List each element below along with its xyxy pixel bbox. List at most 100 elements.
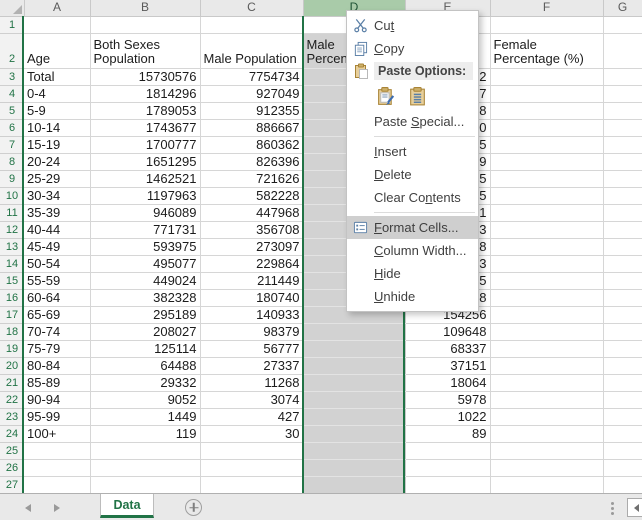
cell-F17[interactable] <box>490 306 604 324</box>
cell-C7[interactable]: 860362 <box>200 136 304 154</box>
cell-A1[interactable] <box>24 16 91 34</box>
cell-D20[interactable] <box>303 357 406 375</box>
cell-B18[interactable]: 208027 <box>90 323 201 341</box>
cell-C3[interactable]: 7754734 <box>200 68 304 86</box>
row-header-1[interactable]: 1 <box>0 16 24 34</box>
cell-G17[interactable] <box>603 306 642 324</box>
cell-B16[interactable]: 382328 <box>90 289 201 307</box>
menu-item-delete[interactable]: Delete <box>347 163 478 186</box>
row-header-21[interactable]: 21 <box>0 374 24 392</box>
cell-G21[interactable] <box>603 374 642 392</box>
cell-F27[interactable] <box>490 476 604 494</box>
cell-A13[interactable]: 45-49 <box>24 238 91 256</box>
cell-G11[interactable] <box>603 204 642 222</box>
cell-C15[interactable]: 211449 <box>200 272 304 290</box>
row-header-11[interactable]: 11 <box>0 204 24 222</box>
cell-A8[interactable]: 20-24 <box>24 153 91 171</box>
cell-E27[interactable] <box>405 476 491 494</box>
menu-item-copy[interactable]: Copy <box>347 37 478 60</box>
cell-C12[interactable]: 356708 <box>200 221 304 239</box>
cell-B26[interactable] <box>90 459 201 477</box>
cell-C5[interactable]: 912355 <box>200 102 304 120</box>
menu-item-unhide[interactable]: Unhide <box>347 285 478 308</box>
cell-C18[interactable]: 98379 <box>200 323 304 341</box>
cell-B6[interactable]: 1743677 <box>90 119 201 137</box>
cell-D19[interactable] <box>303 340 406 358</box>
cell-A21[interactable]: 85-89 <box>24 374 91 392</box>
cell-G3[interactable] <box>603 68 642 86</box>
cell-G22[interactable] <box>603 391 642 409</box>
cell-B1[interactable] <box>90 16 201 34</box>
cell-A15[interactable]: 55-59 <box>24 272 91 290</box>
cell-B24[interactable]: 119 <box>90 425 201 443</box>
cell-B11[interactable]: 946089 <box>90 204 201 222</box>
cell-G26[interactable] <box>603 459 642 477</box>
cell-A26[interactable] <box>24 459 91 477</box>
column-header-f[interactable]: F <box>490 0 604 17</box>
cell-F16[interactable] <box>490 289 604 307</box>
cell-B21[interactable]: 29332 <box>90 374 201 392</box>
cell-G6[interactable] <box>603 119 642 137</box>
cell-F26[interactable] <box>490 459 604 477</box>
cell-F2[interactable]: Female Percentage (%) <box>490 33 604 69</box>
cell-A17[interactable]: 65-69 <box>24 306 91 324</box>
row-header-15[interactable]: 15 <box>0 272 24 290</box>
cell-G15[interactable] <box>603 272 642 290</box>
cell-F19[interactable] <box>490 340 604 358</box>
cell-F4[interactable] <box>490 85 604 103</box>
cell-A14[interactable]: 50-54 <box>24 255 91 273</box>
cell-F21[interactable] <box>490 374 604 392</box>
row-header-25[interactable]: 25 <box>0 442 24 460</box>
paste-values-button[interactable] <box>405 84 429 108</box>
sheet-nav-next-icon[interactable] <box>54 504 60 512</box>
cell-E24[interactable]: 89 <box>405 425 491 443</box>
menu-item-clear-contents[interactable]: Clear Contents <box>347 186 478 209</box>
cell-C8[interactable]: 826396 <box>200 153 304 171</box>
cell-B8[interactable]: 1651295 <box>90 153 201 171</box>
cell-F10[interactable] <box>490 187 604 205</box>
row-header-2[interactable]: 2 <box>0 33 24 69</box>
cell-G19[interactable] <box>603 340 642 358</box>
cell-G27[interactable] <box>603 476 642 494</box>
cell-D18[interactable] <box>303 323 406 341</box>
cell-A6[interactable]: 10-14 <box>24 119 91 137</box>
cell-C16[interactable]: 180740 <box>200 289 304 307</box>
menu-item-cut[interactable]: Cut <box>347 14 478 37</box>
sheet-tab-data[interactable]: Data <box>100 494 154 518</box>
cell-G12[interactable] <box>603 221 642 239</box>
row-header-3[interactable]: 3 <box>0 68 24 86</box>
row-header-23[interactable]: 23 <box>0 408 24 426</box>
cell-A7[interactable]: 15-19 <box>24 136 91 154</box>
menu-item-insert[interactable]: Insert <box>347 140 478 163</box>
row-header-8[interactable]: 8 <box>0 153 24 171</box>
cell-C23[interactable]: 427 <box>200 408 304 426</box>
cell-F22[interactable] <box>490 391 604 409</box>
cell-E18[interactable]: 109648 <box>405 323 491 341</box>
cell-E22[interactable]: 5978 <box>405 391 491 409</box>
cell-A27[interactable] <box>24 476 91 494</box>
row-header-22[interactable]: 22 <box>0 391 24 409</box>
cell-F12[interactable] <box>490 221 604 239</box>
row-header-27[interactable]: 27 <box>0 476 24 494</box>
cell-G10[interactable] <box>603 187 642 205</box>
cell-G7[interactable] <box>603 136 642 154</box>
cell-G1[interactable] <box>603 16 642 34</box>
cell-A12[interactable]: 40-44 <box>24 221 91 239</box>
row-header-18[interactable]: 18 <box>0 323 24 341</box>
cell-F9[interactable] <box>490 170 604 188</box>
cell-A11[interactable]: 35-39 <box>24 204 91 222</box>
cell-E26[interactable] <box>405 459 491 477</box>
cell-C4[interactable]: 927049 <box>200 85 304 103</box>
cell-F11[interactable] <box>490 204 604 222</box>
menu-item-format-cells[interactable]: Format Cells... <box>347 216 478 239</box>
cell-A20[interactable]: 80-84 <box>24 357 91 375</box>
cell-B25[interactable] <box>90 442 201 460</box>
cell-C6[interactable]: 886667 <box>200 119 304 137</box>
cell-G8[interactable] <box>603 153 642 171</box>
cell-D24[interactable] <box>303 425 406 443</box>
cell-B2[interactable]: Both Sexes Population <box>90 33 201 69</box>
cell-C19[interactable]: 56777 <box>200 340 304 358</box>
scroll-left-button[interactable] <box>627 498 642 517</box>
cell-A22[interactable]: 90-94 <box>24 391 91 409</box>
cell-B4[interactable]: 1814296 <box>90 85 201 103</box>
